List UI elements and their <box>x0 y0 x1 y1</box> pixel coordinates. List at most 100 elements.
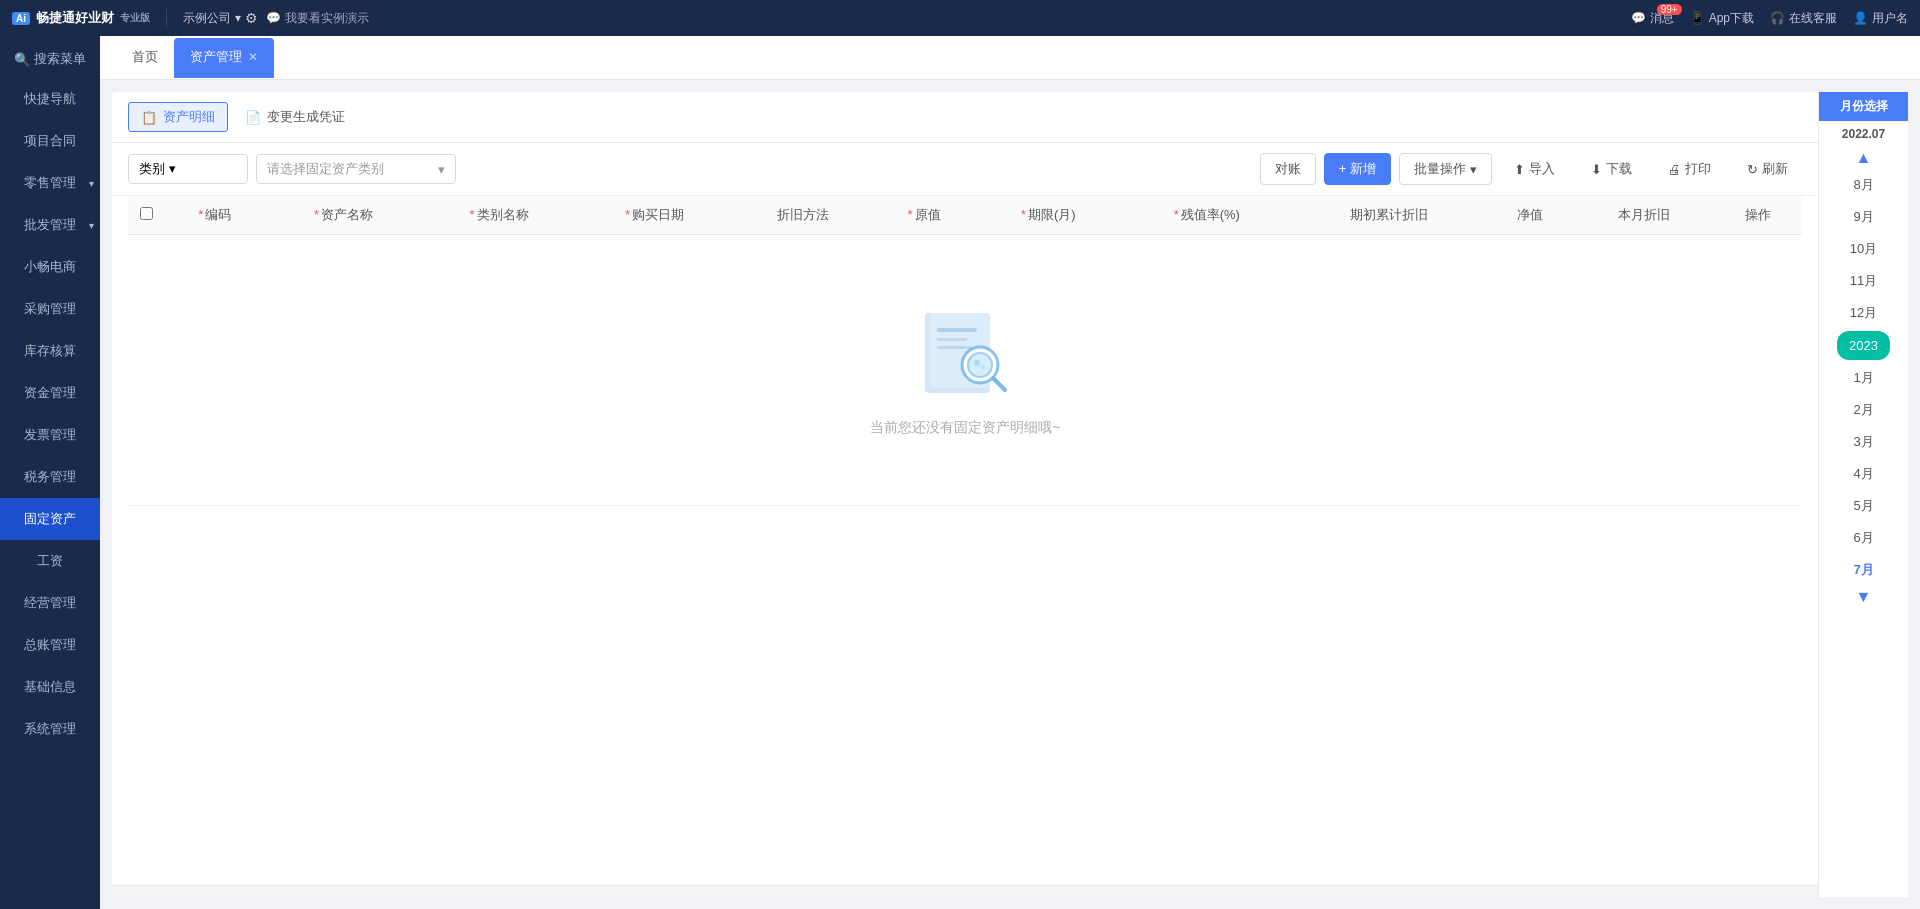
batch-dropdown-icon: ▾ <box>1470 162 1477 177</box>
message-button[interactable]: 💬 消息 99+ <box>1631 10 1674 27</box>
main-layout: 🔍 搜索菜单 快捷导航 项目合同 零售管理 ▾ 批发管理 ▾ 小畅电商 采购管理… <box>0 36 1920 909</box>
month-item-12[interactable]: 12月 <box>1819 297 1908 329</box>
refresh-label: 刷新 <box>1762 160 1788 178</box>
col-original-value: *原值 <box>873 196 975 235</box>
online-service-button[interactable]: 🎧 在线客服 <box>1770 10 1837 27</box>
category-select-button[interactable]: 类别 ▾ <box>128 154 248 184</box>
sub-tabs: 📋 资产明细 📄 变更生成凭证 <box>112 92 1818 143</box>
col-code: *编码 <box>164 196 266 235</box>
print-label: 打印 <box>1685 160 1711 178</box>
company-name: 示例公司 <box>183 10 231 27</box>
tab-assets[interactable]: 资产管理 ✕ <box>174 38 274 78</box>
category-filter: 类别 ▾ 请选择固定资产类别 ▾ <box>128 154 456 184</box>
batch-button[interactable]: 批量操作 ▾ <box>1399 153 1492 185</box>
sidebar-item-basic[interactable]: 基础信息 <box>0 666 100 708</box>
category-input[interactable]: 请选择固定资产类别 ▾ <box>256 154 456 184</box>
refresh-button[interactable]: ↻ 刷新 <box>1733 154 1802 184</box>
content-area: 首页 资产管理 ✕ 📋 资产明细 📄 变更生成凭证 <box>100 36 1920 909</box>
import-button[interactable]: ⬆ 导入 <box>1500 154 1569 184</box>
sidebar-item-purchase[interactable]: 采购管理 <box>0 288 100 330</box>
sidebar-item-tax[interactable]: 税务管理 <box>0 456 100 498</box>
sidebar-item-wholesale[interactable]: 批发管理 ▾ <box>0 204 100 246</box>
sidebar-item-operations[interactable]: 经营管理 <box>0 582 100 624</box>
month-item-2[interactable]: 2月 <box>1819 394 1908 426</box>
month-item-9[interactable]: 9月 <box>1819 201 1908 233</box>
sidebar-item-system-label: 系统管理 <box>24 721 76 736</box>
company-selector[interactable]: 示例公司 ▾ ⚙ <box>183 10 258 27</box>
toolbar-left: 类别 ▾ 请选择固定资产类别 ▾ <box>128 154 456 184</box>
svg-point-8 <box>974 360 980 366</box>
user-profile[interactable]: 👤 用户名 <box>1853 10 1908 27</box>
month-item-4[interactable]: 4月 <box>1819 458 1908 490</box>
month-panel-down-button[interactable]: ▼ <box>1856 586 1872 608</box>
sidebar-item-assets[interactable]: 固定资产 <box>0 498 100 540</box>
sidebar-item-finance[interactable]: 资金管理 <box>0 372 100 414</box>
sidebar-item-project[interactable]: 项目合同 <box>0 120 100 162</box>
empty-illustration <box>905 303 1025 403</box>
sidebar-item-invoice[interactable]: 发票管理 <box>0 414 100 456</box>
app-version: 专业版 <box>120 11 150 25</box>
month-item-5[interactable]: 5月 <box>1819 490 1908 522</box>
user-name: 用户名 <box>1872 10 1908 27</box>
tab-home-label: 首页 <box>132 48 158 66</box>
voucher-tab-icon: 📄 <box>245 110 261 125</box>
month-panel-up-button[interactable]: ▲ <box>1856 147 1872 169</box>
sidebar-item-invoice-label: 发票管理 <box>24 427 76 442</box>
tab-bar: 首页 资产管理 ✕ <box>100 36 1920 80</box>
sidebar-item-ledger[interactable]: 总账管理 <box>0 624 100 666</box>
company-dropdown-icon: ▾ <box>235 11 241 25</box>
wholesale-expand-icon: ▾ <box>89 220 94 231</box>
message-badge: 99+ <box>1657 4 1682 15</box>
sidebar-item-nav[interactable]: 快捷导航 <box>0 78 100 120</box>
main-panel: 📋 资产明细 📄 变更生成凭证 类别 ▾ <box>112 92 1818 897</box>
category-label: 类别 <box>139 161 165 176</box>
sidebar-item-tax-label: 税务管理 <box>24 469 76 484</box>
month-item-1[interactable]: 1月 <box>1819 362 1908 394</box>
sub-tab-detail[interactable]: 📋 资产明细 <box>128 102 228 132</box>
empty-state: 当前您还没有固定资产明细哦~ <box>136 243 1794 497</box>
col-purchase-date: *购买日期 <box>577 196 733 235</box>
sidebar-item-ecommerce[interactable]: 小畅电商 <box>0 246 100 288</box>
month-item-6[interactable]: 6月 <box>1819 522 1908 554</box>
sidebar-item-retail-label: 零售管理 <box>24 175 76 190</box>
sidebar-search-label: 搜索菜单 <box>34 50 86 68</box>
detail-tab-label: 资产明细 <box>163 108 215 126</box>
month-item-11[interactable]: 11月 <box>1819 265 1908 297</box>
tab-assets-close-icon[interactable]: ✕ <box>248 50 258 64</box>
assets-table: *编码 *资产名称 *类别名称 *购买日期 折旧方法 *原值 *期限(月) *残… <box>128 196 1802 506</box>
reconcile-button[interactable]: 对账 <box>1260 153 1316 185</box>
sidebar-item-ecommerce-label: 小畅电商 <box>24 259 76 274</box>
horizontal-scrollbar[interactable] <box>112 885 1818 897</box>
month-item-7-selected[interactable]: 7月 <box>1819 554 1908 586</box>
month-item-10[interactable]: 10月 <box>1819 233 1908 265</box>
sidebar-item-project-label: 项目合同 <box>24 133 76 148</box>
col-accumulated-depreciation: 期初累计折旧 <box>1292 196 1487 235</box>
month-item-3[interactable]: 3月 <box>1819 426 1908 458</box>
svg-point-9 <box>981 365 985 369</box>
app-download-button[interactable]: 📱 App下载 <box>1690 10 1754 27</box>
toolbar-right: 对账 + 新增 批量操作 ▾ ⬆ 导入 <box>1260 153 1802 185</box>
month-panel-year: 2022.07 <box>1838 121 1889 147</box>
select-all-checkbox[interactable] <box>140 207 153 220</box>
sidebar-search[interactable]: 🔍 搜索菜单 <box>0 40 100 78</box>
print-button[interactable]: 🖨 打印 <box>1654 154 1725 184</box>
top-bar-left: Ai 畅捷通好业财 专业版 示例公司 ▾ ⚙ 💬 我要看实例演示 <box>12 9 369 27</box>
tab-home[interactable]: 首页 <box>116 38 174 78</box>
sidebar-item-retail[interactable]: 零售管理 ▾ <box>0 162 100 204</box>
sidebar-item-ledger-label: 总账管理 <box>24 637 76 652</box>
settings-icon[interactable]: ⚙ <box>245 10 258 26</box>
sidebar-item-salary[interactable]: 工资 <box>0 540 100 582</box>
demo-link[interactable]: 💬 我要看实例演示 <box>266 10 369 27</box>
add-button[interactable]: + 新增 <box>1324 153 1391 185</box>
col-depreciation-method: 折旧方法 <box>732 196 873 235</box>
sub-tab-voucher[interactable]: 📄 变更生成凭证 <box>232 102 358 132</box>
sidebar-item-system[interactable]: 系统管理 <box>0 708 100 750</box>
retail-expand-icon: ▾ <box>89 178 94 189</box>
sidebar-item-finance-label: 资金管理 <box>24 385 76 400</box>
online-service-label: 在线客服 <box>1789 10 1837 27</box>
sidebar-item-inventory[interactable]: 库存核算 <box>0 330 100 372</box>
import-icon: ⬆ <box>1514 162 1525 177</box>
col-residual-rate: *残值率(%) <box>1122 196 1293 235</box>
download-button[interactable]: ⬇ 下载 <box>1577 154 1646 184</box>
month-item-8[interactable]: 8月 <box>1819 169 1908 201</box>
